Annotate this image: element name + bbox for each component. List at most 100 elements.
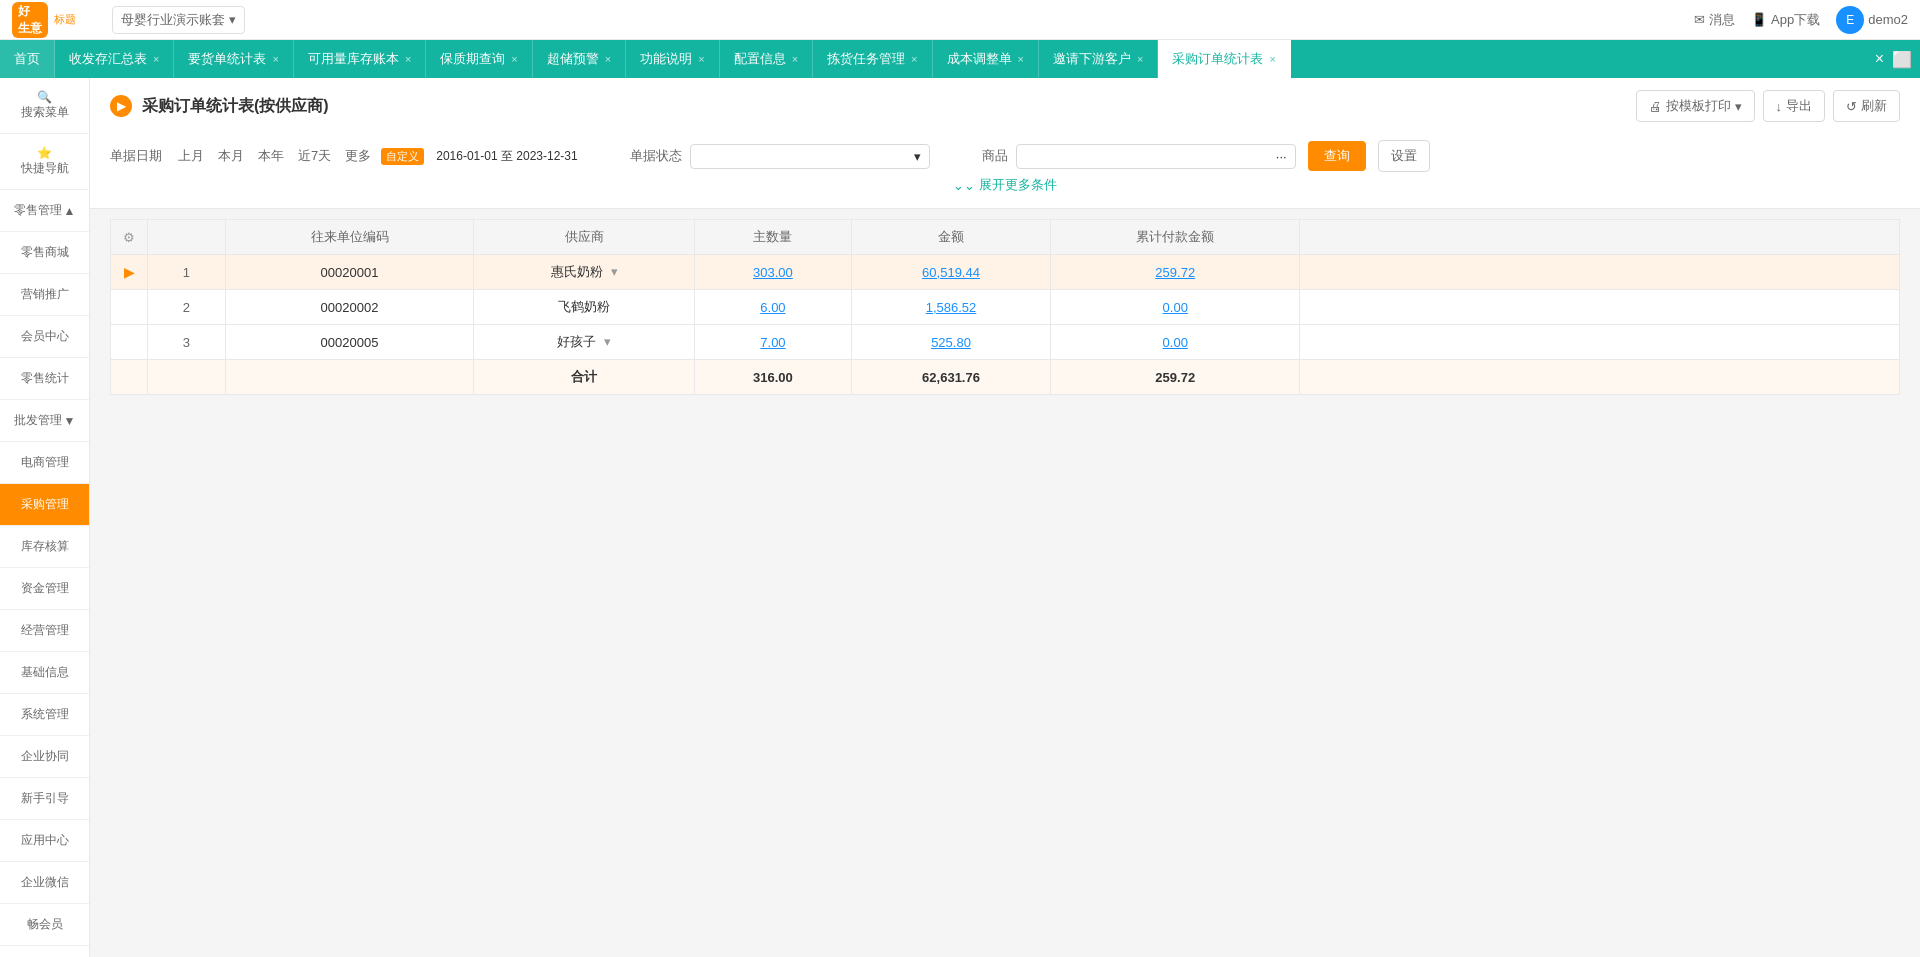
goods-input[interactable]: ···	[1016, 144, 1296, 169]
marketing-label: 营销推广	[4, 286, 85, 303]
row-paid: 259.72	[1051, 255, 1300, 290]
sidebar-item-enterprise-wechat[interactable]: 企业微信	[0, 862, 89, 904]
shortcut-more[interactable]: 更多	[341, 145, 375, 167]
shortcut-this-month[interactable]: 本月	[214, 145, 248, 167]
user-menu[interactable]: E demo2	[1836, 6, 1908, 34]
date-filter-label: 单据日期	[110, 147, 162, 165]
tab-close-icon[interactable]: ×	[153, 53, 159, 65]
row-expand-icon[interactable]: ▶	[124, 264, 135, 280]
tab-expiry[interactable]: 保质期查询 ×	[426, 40, 532, 78]
sidebar-item-new-guide[interactable]: 新手引导	[0, 778, 89, 820]
tab-goods-stats[interactable]: 要货单统计表 ×	[174, 40, 293, 78]
table-row: ▶ 1 00020001 惠氏奶粉 ▾ 303.00 60,519.44 259…	[111, 255, 1900, 290]
tab-close-icon[interactable]: ×	[405, 53, 411, 65]
expand-more-btn[interactable]: ⌄⌄ 展开更多条件	[953, 176, 1057, 194]
print-icon: 🖨	[1649, 99, 1662, 114]
org-selector[interactable]: 母婴行业演示账套 ▾	[112, 6, 245, 34]
col-paid: 累计付款金额	[1051, 220, 1300, 255]
tab-label: 邀请下游客户	[1053, 50, 1131, 68]
export-icon: ↓	[1776, 99, 1783, 114]
sidebar-item-enterprise-collab[interactable]: 企业协同	[0, 736, 89, 778]
chevron-up-icon: ▲	[64, 204, 76, 218]
tab-overstock[interactable]: 超储预警 ×	[533, 40, 626, 78]
sidebar-item-retail-stats[interactable]: 零售统计	[0, 358, 89, 400]
tab-close-icon[interactable]: ×	[698, 53, 704, 65]
goods-more-icon[interactable]: ···	[1276, 149, 1287, 164]
sidebar-item-basic-info[interactable]: 基础信息	[0, 652, 89, 694]
sidebar-item-purchase[interactable]: 采购管理	[0, 484, 89, 526]
tab-config[interactable]: 配置信息 ×	[720, 40, 813, 78]
tab-home[interactable]: 首页	[0, 40, 55, 78]
expand-toggle-btn[interactable]: ▶	[110, 95, 132, 117]
app-center-label: 应用中心	[4, 832, 85, 849]
sidebar-item-finance[interactable]: 资金管理	[0, 568, 89, 610]
tab-purchase-stats[interactable]: 采购订单统计表 ×	[1158, 40, 1290, 78]
top-btn-group: 🖨 按模板打印 ▾ ↓ 导出 ↺ 刷新	[1636, 90, 1901, 122]
messages-btn[interactable]: ✉ 消息	[1694, 11, 1735, 29]
expand-row: ⌄⌄ 展开更多条件	[110, 172, 1900, 198]
print-btn[interactable]: 🖨 按模板打印 ▾	[1636, 90, 1755, 122]
shortcut-this-year[interactable]: 本年	[254, 145, 288, 167]
settings-btn[interactable]: 设置	[1378, 140, 1430, 172]
tab-close-icon[interactable]: ×	[911, 53, 917, 65]
tab-close-icon[interactable]: ×	[272, 53, 278, 65]
messages-label: 消息	[1709, 11, 1735, 29]
query-btn[interactable]: 查询	[1308, 141, 1366, 171]
sidebar-item-member[interactable]: 会员中心	[0, 316, 89, 358]
sidebar-item-stock-check[interactable]: 库存核算	[0, 526, 89, 568]
app-download-btn[interactable]: 📱 App下载	[1751, 11, 1820, 29]
sidebar-item-marketing[interactable]: 营销推广	[0, 274, 89, 316]
tab-close-icon[interactable]: ×	[792, 53, 798, 65]
sidebar-item-sys-mgmt[interactable]: 系统管理	[0, 694, 89, 736]
refresh-icon: ↺	[1846, 99, 1857, 114]
content-area: ▶ 采购订单统计表(按供应商) 🖨 按模板打印 ▾ ↓ 导出 ↺ 刷新	[90, 78, 1920, 957]
col-settings[interactable]: ⚙	[111, 220, 148, 255]
close-all-icon[interactable]: ×	[1875, 50, 1884, 68]
row-expand-cell[interactable]: ▶	[111, 255, 148, 290]
filter-area: 单据日期 上月 本月 本年 近7天 更多 自定义 2016-01-01 至 20…	[90, 130, 1920, 209]
phone-icon: 📱	[1751, 12, 1767, 27]
sidebar-item-ops[interactable]: 经营管理	[0, 610, 89, 652]
tab-usable-stock[interactable]: 可用量库存账本 ×	[294, 40, 426, 78]
maximize-icon[interactable]: ⬜	[1892, 50, 1912, 69]
sidebar-item-app-center[interactable]: 应用中心	[0, 820, 89, 862]
shortcut-7days[interactable]: 近7天	[294, 145, 335, 167]
new-guide-label: 新手引导	[4, 790, 85, 807]
status-select[interactable]: ▾	[690, 144, 930, 169]
refresh-btn[interactable]: ↺ 刷新	[1833, 90, 1900, 122]
row-expand-cell[interactable]	[111, 290, 148, 325]
sidebar-item-wholesale[interactable]: 批发管理 ▼	[0, 400, 89, 442]
sidebar-item-ecom[interactable]: 电商管理	[0, 442, 89, 484]
supplier-dropdown-icon[interactable]: ▾	[604, 334, 611, 349]
tab-receive-summary[interactable]: 收发存汇总表 ×	[55, 40, 174, 78]
tab-close-icon[interactable]: ×	[1269, 53, 1275, 65]
shortcut-last-month[interactable]: 上月	[174, 145, 208, 167]
sidebar-item-search[interactable]: 🔍 搜索菜单	[0, 78, 89, 134]
footer-extra	[1300, 360, 1900, 395]
tab-close-icon[interactable]: ×	[511, 53, 517, 65]
row-expand-cell[interactable]	[111, 325, 148, 360]
custom-date-tag: 自定义	[381, 148, 424, 165]
sidebar-item-vip[interactable]: 畅会员	[0, 904, 89, 946]
tab-close-icon[interactable]: ×	[1137, 53, 1143, 65]
col-seq	[148, 220, 226, 255]
tab-invite[interactable]: 邀请下游客户 ×	[1039, 40, 1158, 78]
sidebar-item-quick-nav[interactable]: ⭐ 快捷导航	[0, 134, 89, 190]
status-filter-block: 单据状态 ▾	[630, 144, 930, 169]
tab-pick-task[interactable]: 拣货任务管理 ×	[813, 40, 932, 78]
stock-check-label: 库存核算	[4, 538, 85, 555]
footer-amount: 62,631.76	[851, 360, 1051, 395]
tab-cost-adjust[interactable]: 成本调整单 ×	[933, 40, 1039, 78]
tab-label: 收发存汇总表	[69, 50, 147, 68]
supplier-dropdown-icon[interactable]: ▾	[611, 264, 618, 279]
export-btn[interactable]: ↓ 导出	[1763, 90, 1826, 122]
sidebar-item-retail-mgmt[interactable]: 零售管理 ▲	[0, 190, 89, 232]
tab-label: 可用量库存账本	[308, 50, 399, 68]
tab-label: 成本调整单	[947, 50, 1012, 68]
tab-close-icon[interactable]: ×	[605, 53, 611, 65]
purchase-label: 采购管理	[4, 496, 85, 513]
tab-func-desc[interactable]: 功能说明 ×	[626, 40, 719, 78]
row-seq: 3	[148, 325, 226, 360]
tab-close-icon[interactable]: ×	[1018, 53, 1024, 65]
sidebar-item-retail-mall[interactable]: 零售商城	[0, 232, 89, 274]
